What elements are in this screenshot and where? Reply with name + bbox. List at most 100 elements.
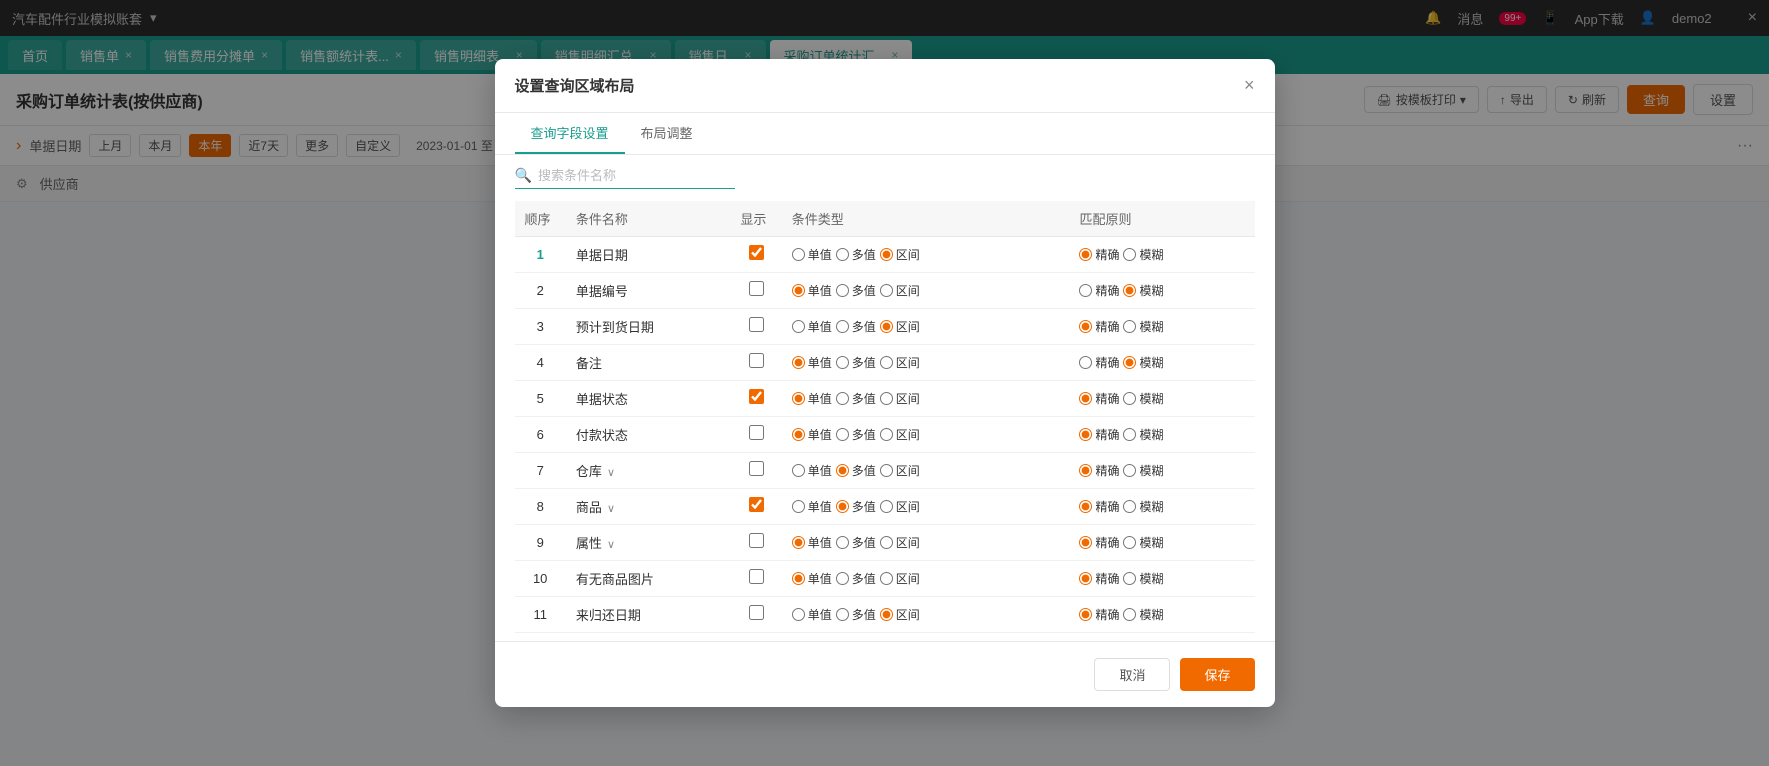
type-radio-item[interactable]: 单值 (792, 426, 832, 443)
type-radio-item[interactable]: 多值 (836, 498, 876, 515)
show-checkbox[interactable] (749, 605, 764, 620)
show-checkbox[interactable] (749, 425, 764, 440)
match-radio-item[interactable]: 精确 (1079, 282, 1119, 299)
type-radio-item[interactable]: 单值 (792, 606, 832, 623)
match-radio-精确[interactable] (1079, 356, 1092, 369)
type-radio-item[interactable]: 区间 (880, 462, 920, 479)
type-radio-item[interactable]: 区间 (880, 426, 920, 443)
type-radio-多值[interactable] (836, 356, 849, 369)
type-radio-item[interactable]: 单值 (792, 390, 832, 407)
match-radio-item[interactable]: 模糊 (1123, 534, 1163, 551)
match-radio-item[interactable]: 模糊 (1123, 498, 1163, 515)
type-radio-多值[interactable] (836, 608, 849, 621)
type-radio-区间[interactable] (880, 428, 893, 441)
match-radio-精确[interactable] (1079, 248, 1092, 261)
match-radio-item[interactable]: 精确 (1079, 354, 1119, 371)
type-radio-item[interactable]: 多值 (836, 534, 876, 551)
type-radio-item[interactable]: 区间 (880, 246, 920, 263)
match-radio-item[interactable]: 模糊 (1123, 246, 1163, 263)
type-radio-item[interactable]: 单值 (792, 246, 832, 263)
type-radio-多值[interactable] (836, 536, 849, 549)
type-radio-多值[interactable] (836, 572, 849, 585)
type-radio-单值[interactable] (792, 248, 805, 261)
match-radio-item[interactable]: 模糊 (1123, 354, 1163, 371)
cancel-button[interactable]: 取消 (1094, 658, 1170, 691)
type-radio-item[interactable]: 区间 (880, 498, 920, 515)
type-radio-区间[interactable] (880, 320, 893, 333)
match-radio-精确[interactable] (1079, 608, 1092, 621)
type-radio-item[interactable]: 单值 (792, 282, 832, 299)
tab-query-fields[interactable]: 查询字段设置 (515, 113, 625, 154)
type-radio-单值[interactable] (792, 428, 805, 441)
show-checkbox[interactable] (749, 281, 764, 296)
match-radio-精确[interactable] (1079, 392, 1092, 405)
type-radio-单值[interactable] (792, 536, 805, 549)
match-radio-item[interactable]: 精确 (1079, 570, 1119, 587)
match-radio-精确[interactable] (1079, 500, 1092, 513)
match-radio-item[interactable]: 精确 (1079, 498, 1119, 515)
save-button[interactable]: 保存 (1180, 658, 1254, 691)
type-radio-item[interactable]: 区间 (880, 606, 920, 623)
match-radio-item[interactable]: 模糊 (1123, 462, 1163, 479)
type-radio-区间[interactable] (880, 536, 893, 549)
type-radio-区间[interactable] (880, 464, 893, 477)
match-radio-精确[interactable] (1079, 464, 1092, 477)
match-radio-item[interactable]: 精确 (1079, 426, 1119, 443)
type-radio-多值[interactable] (836, 284, 849, 297)
type-radio-区间[interactable] (880, 572, 893, 585)
type-radio-单值[interactable] (792, 356, 805, 369)
match-radio-item[interactable]: 精确 (1079, 318, 1119, 335)
dropdown-icon[interactable]: ∨ (604, 467, 615, 479)
type-radio-多值[interactable] (836, 500, 849, 513)
match-radio-item[interactable]: 模糊 (1123, 282, 1163, 299)
type-radio-item[interactable]: 区间 (880, 534, 920, 551)
type-radio-多值[interactable] (836, 392, 849, 405)
type-radio-item[interactable]: 多值 (836, 390, 876, 407)
type-radio-区间[interactable] (880, 284, 893, 297)
match-radio-精确[interactable] (1079, 320, 1092, 333)
match-radio-模糊[interactable] (1123, 248, 1136, 261)
type-radio-item[interactable]: 单值 (792, 318, 832, 335)
type-radio-区间[interactable] (880, 248, 893, 261)
type-radio-多值[interactable] (836, 464, 849, 477)
match-radio-精确[interactable] (1079, 428, 1092, 441)
type-radio-item[interactable]: 区间 (880, 354, 920, 371)
tab-layout-adjust[interactable]: 布局调整 (625, 113, 709, 154)
type-radio-item[interactable]: 多值 (836, 606, 876, 623)
type-radio-单值[interactable] (792, 464, 805, 477)
type-radio-item[interactable]: 多值 (836, 570, 876, 587)
type-radio-单值[interactable] (792, 608, 805, 621)
show-checkbox[interactable] (749, 245, 764, 260)
type-radio-单值[interactable] (792, 500, 805, 513)
match-radio-item[interactable]: 模糊 (1123, 606, 1163, 623)
type-radio-item[interactable]: 多值 (836, 246, 876, 263)
type-radio-item[interactable]: 区间 (880, 282, 920, 299)
show-checkbox[interactable] (749, 569, 764, 584)
type-radio-item[interactable]: 区间 (880, 570, 920, 587)
match-radio-item[interactable]: 精确 (1079, 246, 1119, 263)
match-radio-模糊[interactable] (1123, 608, 1136, 621)
type-radio-单值[interactable] (792, 284, 805, 297)
match-radio-精确[interactable] (1079, 536, 1092, 549)
show-checkbox[interactable] (749, 497, 764, 512)
match-radio-模糊[interactable] (1123, 464, 1136, 477)
match-radio-item[interactable]: 模糊 (1123, 318, 1163, 335)
match-radio-item[interactable]: 精确 (1079, 606, 1119, 623)
match-radio-模糊[interactable] (1123, 392, 1136, 405)
type-radio-区间[interactable] (880, 356, 893, 369)
match-radio-模糊[interactable] (1123, 536, 1136, 549)
type-radio-多值[interactable] (836, 248, 849, 261)
type-radio-item[interactable]: 单值 (792, 570, 832, 587)
match-radio-模糊[interactable] (1123, 320, 1136, 333)
type-radio-item[interactable]: 多值 (836, 462, 876, 479)
type-radio-区间[interactable] (880, 392, 893, 405)
type-radio-item[interactable]: 单值 (792, 462, 832, 479)
match-radio-item[interactable]: 模糊 (1123, 390, 1163, 407)
dropdown-icon[interactable]: ∨ (604, 539, 615, 551)
show-checkbox[interactable] (749, 533, 764, 548)
match-radio-精确[interactable] (1079, 284, 1092, 297)
dropdown-icon[interactable]: ∨ (604, 503, 615, 515)
match-radio-item[interactable]: 模糊 (1123, 570, 1163, 587)
type-radio-item[interactable]: 多值 (836, 354, 876, 371)
match-radio-模糊[interactable] (1123, 428, 1136, 441)
